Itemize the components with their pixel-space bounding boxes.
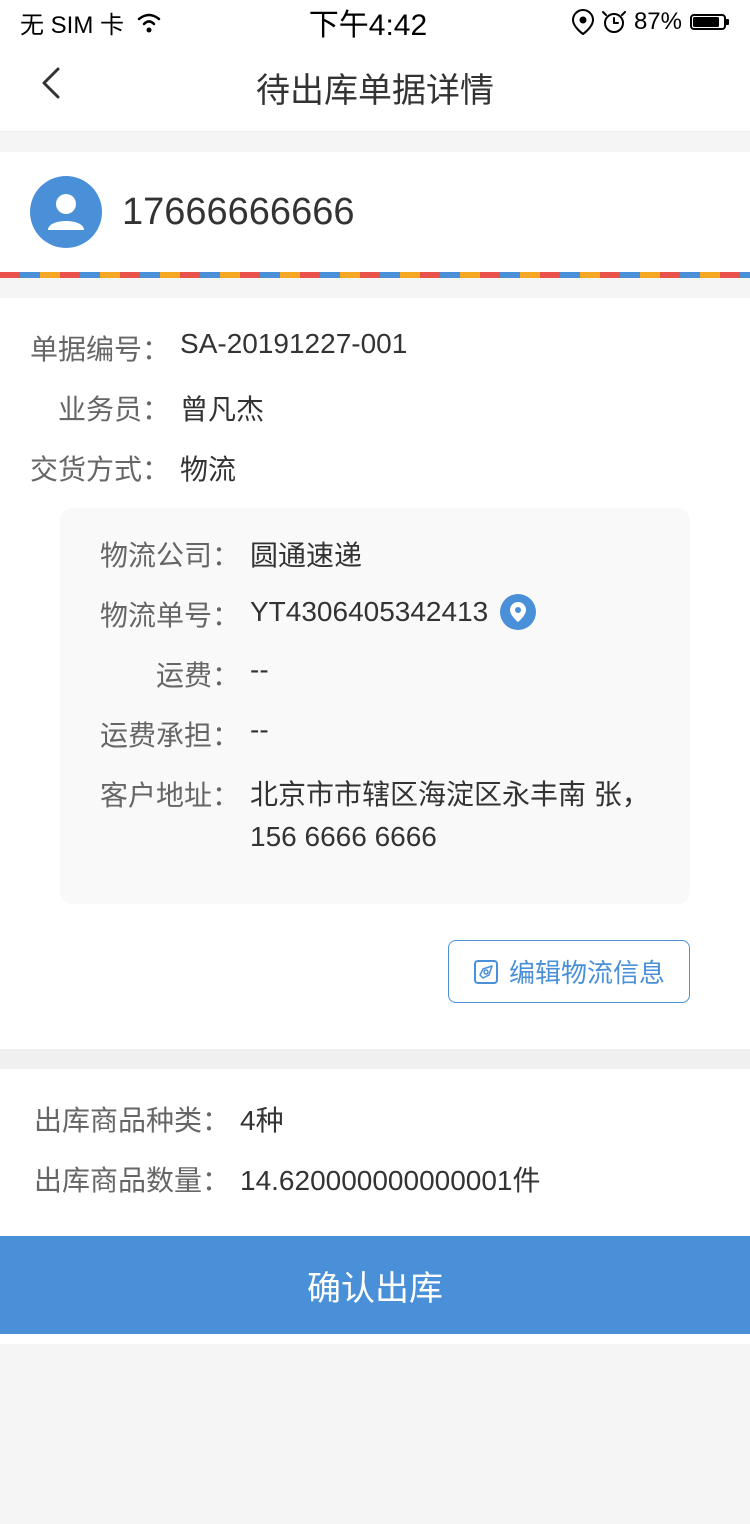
location-status-icon (572, 9, 594, 35)
order-no-value: SA-20191227-001 (180, 328, 720, 360)
delivery-method-label: 交货方式： (30, 448, 170, 488)
order-no-row: 单据编号： SA-20191227-001 (30, 328, 720, 368)
product-types-label: 出库商品种类： (30, 1099, 230, 1139)
freight-value: -- (250, 654, 660, 686)
sales-person-row: 业务员： 曾凡杰 (30, 388, 720, 428)
edit-logistics-label: 编辑物流信息 (509, 953, 665, 990)
avatar (30, 176, 102, 248)
alarm-icon (602, 9, 626, 35)
freight-bearer-value: -- (250, 714, 660, 746)
confirm-button[interactable]: 确认出库 (0, 1236, 750, 1334)
summary-section: 出库商品种类： 4种 出库商品数量： 14.620000000000001件 (0, 1069, 750, 1239)
freight-bearer-label: 运费承担： (90, 714, 240, 754)
tracking-value: YT4306405342413 (250, 594, 660, 630)
product-qty-value: 14.620000000000001件 (240, 1159, 720, 1199)
battery-icon (690, 12, 730, 32)
status-left: 无 SIM 卡 (20, 5, 164, 40)
freight-row: 运费： -- (90, 654, 660, 694)
bottom-spacer (0, 1344, 750, 1524)
product-qty-row: 出库商品数量： 14.620000000000001件 (30, 1159, 720, 1199)
status-bar: 无 SIM 卡 下午4:42 87% (0, 0, 750, 44)
wifi-icon (134, 11, 164, 33)
freight-bearer-row: 运费承担： -- (90, 714, 660, 754)
tracking-label: 物流单号： (90, 594, 240, 634)
status-time: 下午4:42 (309, 0, 427, 44)
confirm-button-label: 确认出库 (307, 1261, 443, 1310)
delivery-method-value: 物流 (180, 448, 720, 488)
edit-icon (473, 959, 499, 985)
sales-person-value: 曾凡杰 (180, 388, 720, 428)
back-button[interactable] (30, 55, 72, 120)
product-types-row: 出库商品种类： 4种 (30, 1099, 720, 1139)
section-divider (0, 1049, 750, 1069)
address-label: 客户地址： (90, 774, 240, 814)
carrier-text: 无 SIM 卡 (20, 5, 124, 40)
user-header: 17666666666 (0, 152, 750, 272)
tracking-location-icon[interactable] (500, 594, 536, 630)
sales-person-label: 业务员： (30, 388, 170, 428)
nav-bar: 待出库单据详情 (0, 44, 750, 132)
delivery-method-row: 交货方式： 物流 (30, 448, 720, 488)
status-right: 87% (572, 8, 730, 36)
tracking-no-text: YT4306405342413 (250, 596, 488, 628)
freight-label: 运费： (90, 654, 240, 694)
logistics-company-label: 物流公司： (90, 534, 240, 574)
battery-text: 87% (634, 8, 682, 36)
product-types-value: 4种 (240, 1099, 720, 1139)
logistics-card: 物流公司： 圆通速递 物流单号： YT4306405342413 运费： -- … (60, 508, 690, 904)
page-title: 待出库单据详情 (256, 63, 494, 112)
product-qty-label: 出库商品数量： (30, 1159, 230, 1199)
order-no-label: 单据编号： (30, 328, 170, 368)
tracking-row: 物流单号： YT4306405342413 (90, 594, 660, 634)
dashed-divider (0, 272, 750, 278)
logistics-company-value: 圆通速递 (250, 534, 660, 574)
order-info-section: 单据编号： SA-20191227-001 业务员： 曾凡杰 交货方式： 物流 … (0, 298, 750, 1049)
address-value: 北京市市辖区海淀区永丰南 张，156 6666 6666 (250, 774, 660, 858)
edit-btn-container: 编辑物流信息 (30, 924, 720, 1029)
address-row: 客户地址： 北京市市辖区海淀区永丰南 张，156 6666 6666 (90, 774, 660, 858)
logistics-company-row: 物流公司： 圆通速递 (90, 534, 660, 574)
user-phone: 17666666666 (122, 191, 354, 234)
edit-logistics-button[interactable]: 编辑物流信息 (448, 940, 690, 1003)
